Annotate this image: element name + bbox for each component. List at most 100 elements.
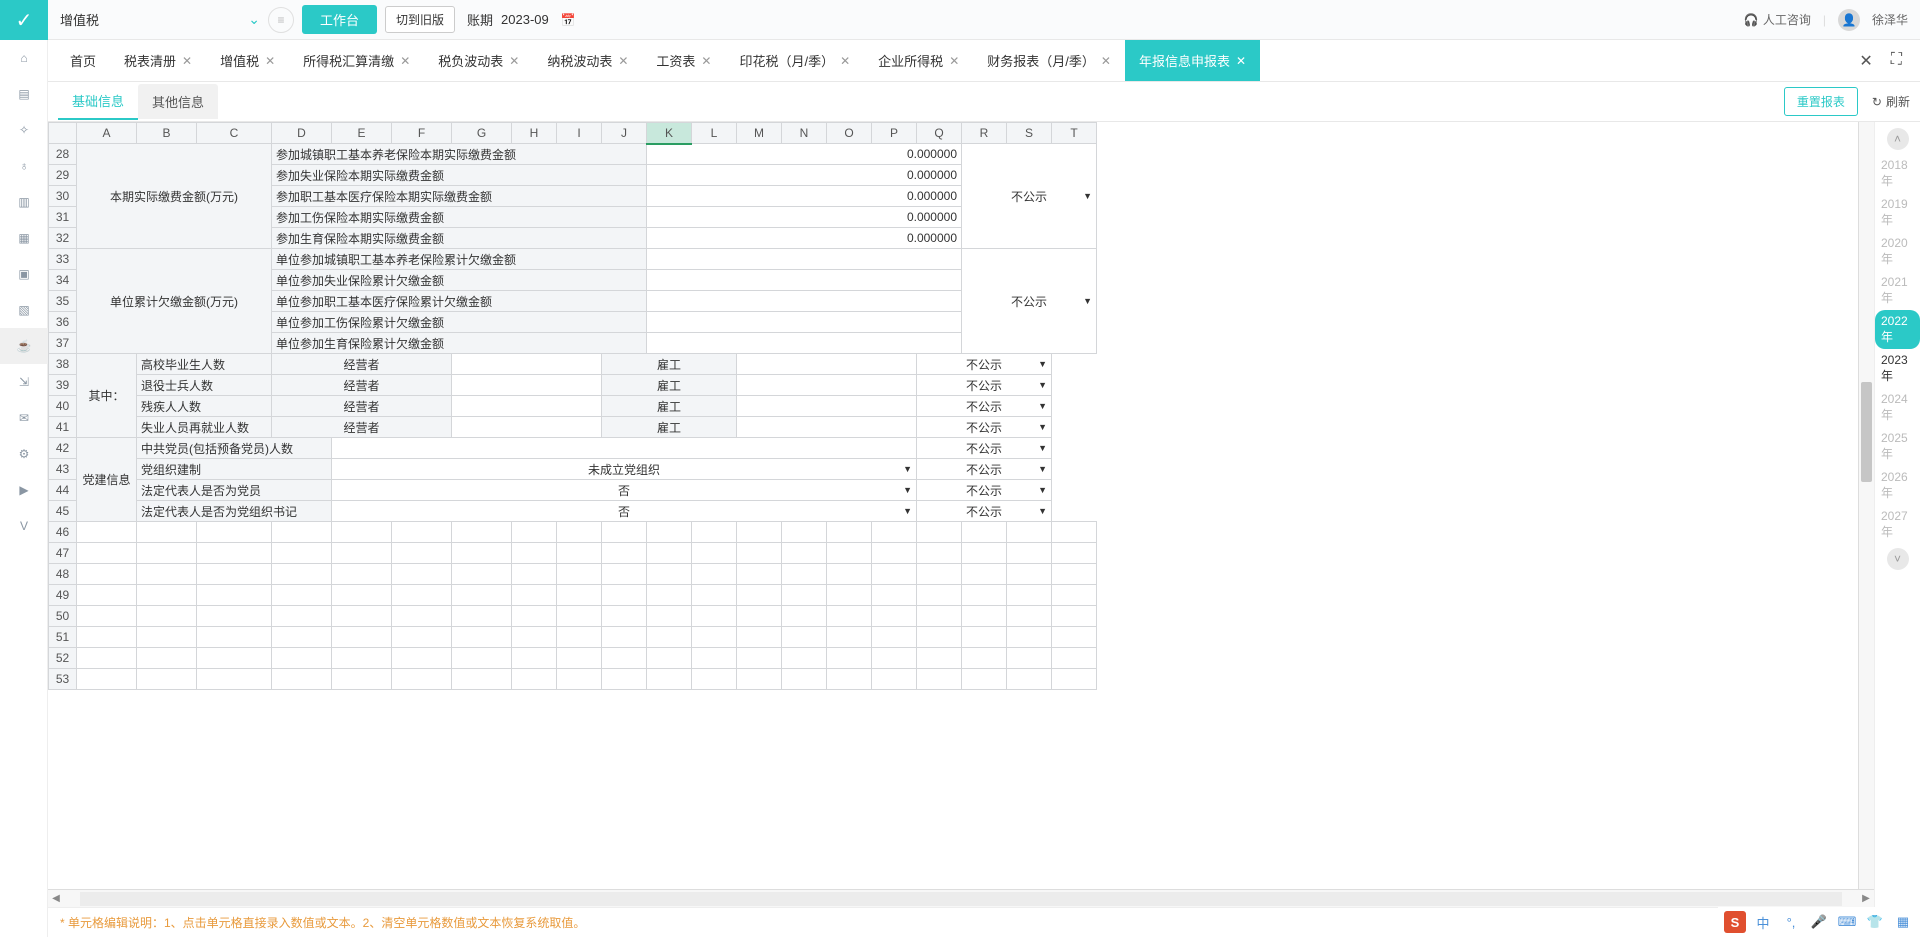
dropdown-cell[interactable]: 不公示▼ [917, 354, 1052, 375]
cell[interactable]: 0.000000 [647, 165, 962, 186]
cell[interactable] [647, 543, 692, 564]
cell[interactable]: 参加失业保险本期实际缴费金额 [272, 165, 647, 186]
ime-skin-icon[interactable]: 👕 [1864, 911, 1886, 933]
cell[interactable] [392, 648, 452, 669]
cell[interactable]: 参加职工基本医疗保险本期实际缴费金额 [272, 186, 647, 207]
cell[interactable]: 雇工 [602, 375, 737, 396]
dropdown-cell[interactable]: 未成立党组织▼ [332, 459, 917, 480]
cell[interactable] [392, 606, 452, 627]
cell[interactable] [137, 564, 197, 585]
row-header[interactable]: 34 [49, 270, 77, 291]
cell[interactable] [692, 606, 737, 627]
nav-settings[interactable]: ⚙ [0, 436, 48, 472]
cell[interactable] [872, 627, 917, 648]
cell[interactable] [272, 543, 332, 564]
cell[interactable] [1052, 669, 1097, 690]
cell[interactable] [737, 375, 917, 396]
cell[interactable] [917, 522, 962, 543]
scroll-left-icon[interactable]: ◀ [48, 893, 64, 904]
year-up-button[interactable]: ˄ [1887, 128, 1909, 150]
cell[interactable] [452, 354, 602, 375]
cell[interactable]: 0.000000 [647, 186, 962, 207]
cell[interactable] [1052, 648, 1097, 669]
cell[interactable] [77, 543, 137, 564]
cell[interactable] [692, 564, 737, 585]
cell[interactable] [962, 606, 1007, 627]
cell[interactable] [557, 564, 602, 585]
cell[interactable] [512, 585, 557, 606]
cell[interactable] [737, 669, 782, 690]
cell[interactable]: 高校毕业生人数 [137, 354, 272, 375]
cell[interactable] [332, 606, 392, 627]
dropdown-cell[interactable]: 不公示▼ [962, 249, 1097, 354]
cell[interactable] [737, 417, 917, 438]
cell[interactable] [737, 354, 917, 375]
cell[interactable] [692, 669, 737, 690]
cell[interactable] [602, 585, 647, 606]
close-icon[interactable]: ✕ [1101, 54, 1111, 68]
cell[interactable] [872, 585, 917, 606]
col-header[interactable]: O [827, 123, 872, 144]
row-header[interactable]: 37 [49, 333, 77, 354]
col-header[interactable]: D [272, 123, 332, 144]
cell[interactable] [137, 543, 197, 564]
cell[interactable] [77, 669, 137, 690]
cell[interactable] [827, 564, 872, 585]
cell[interactable]: 经营者 [272, 396, 452, 417]
row-header[interactable]: 53 [49, 669, 77, 690]
col-header[interactable]: N [782, 123, 827, 144]
dropdown-cell[interactable]: 不公示▼ [917, 375, 1052, 396]
subtab-basic[interactable]: 基础信息 [58, 83, 138, 120]
ime-s-icon[interactable]: S [1724, 911, 1746, 933]
tab[interactable]: 企业所得税✕ [864, 40, 973, 82]
cell[interactable] [392, 522, 452, 543]
cell[interactable] [602, 543, 647, 564]
cell[interactable] [827, 585, 872, 606]
cell[interactable] [452, 585, 512, 606]
nav-export[interactable]: ⇲ [0, 364, 48, 400]
col-header[interactable]: B [137, 123, 197, 144]
tab[interactable]: 纳税波动表✕ [533, 40, 642, 82]
cell[interactable] [602, 606, 647, 627]
ime-keyboard-icon[interactable]: ⌨ [1836, 911, 1858, 933]
cell[interactable] [1007, 669, 1052, 690]
cell[interactable] [692, 522, 737, 543]
support-link[interactable]: 🎧 人工咨询 [1744, 11, 1811, 28]
cell[interactable] [1007, 564, 1052, 585]
row-header[interactable]: 30 [49, 186, 77, 207]
refresh-button[interactable]: ↻ 刷新 [1872, 93, 1910, 110]
cell[interactable] [272, 648, 332, 669]
col-header[interactable]: P [872, 123, 917, 144]
cell[interactable] [647, 585, 692, 606]
avatar[interactable]: 👤 [1838, 9, 1860, 31]
row-header[interactable]: 31 [49, 207, 77, 228]
cell[interactable] [332, 564, 392, 585]
cell[interactable] [1052, 585, 1097, 606]
cell[interactable] [962, 585, 1007, 606]
cell[interactable]: 0.000000 [647, 207, 962, 228]
nav-active[interactable]: ☕ [0, 328, 48, 364]
row-header[interactable]: 33 [49, 249, 77, 270]
row-header[interactable]: 45 [49, 501, 77, 522]
cell[interactable] [962, 564, 1007, 585]
cell[interactable] [1007, 522, 1052, 543]
cell[interactable] [917, 648, 962, 669]
cell[interactable] [272, 564, 332, 585]
row-header[interactable]: 51 [49, 627, 77, 648]
col-header[interactable]: S [1007, 123, 1052, 144]
dropdown-cell[interactable]: 不公示▼ [917, 480, 1052, 501]
cell[interactable] [872, 564, 917, 585]
cell[interactable] [272, 522, 332, 543]
cell[interactable] [602, 522, 647, 543]
tab[interactable]: 增值税✕ [206, 40, 289, 82]
ime-mic-icon[interactable]: 🎤 [1808, 911, 1830, 933]
cell[interactable] [602, 669, 647, 690]
cell[interactable] [647, 291, 962, 312]
cell[interactable] [332, 669, 392, 690]
cell[interactable] [452, 396, 602, 417]
nav-inbox[interactable]: ✉ [0, 400, 48, 436]
close-icon[interactable]: ✕ [840, 54, 850, 68]
cell[interactable] [872, 648, 917, 669]
cell[interactable]: 经营者 [272, 417, 452, 438]
cell[interactable]: 雇工 [602, 417, 737, 438]
